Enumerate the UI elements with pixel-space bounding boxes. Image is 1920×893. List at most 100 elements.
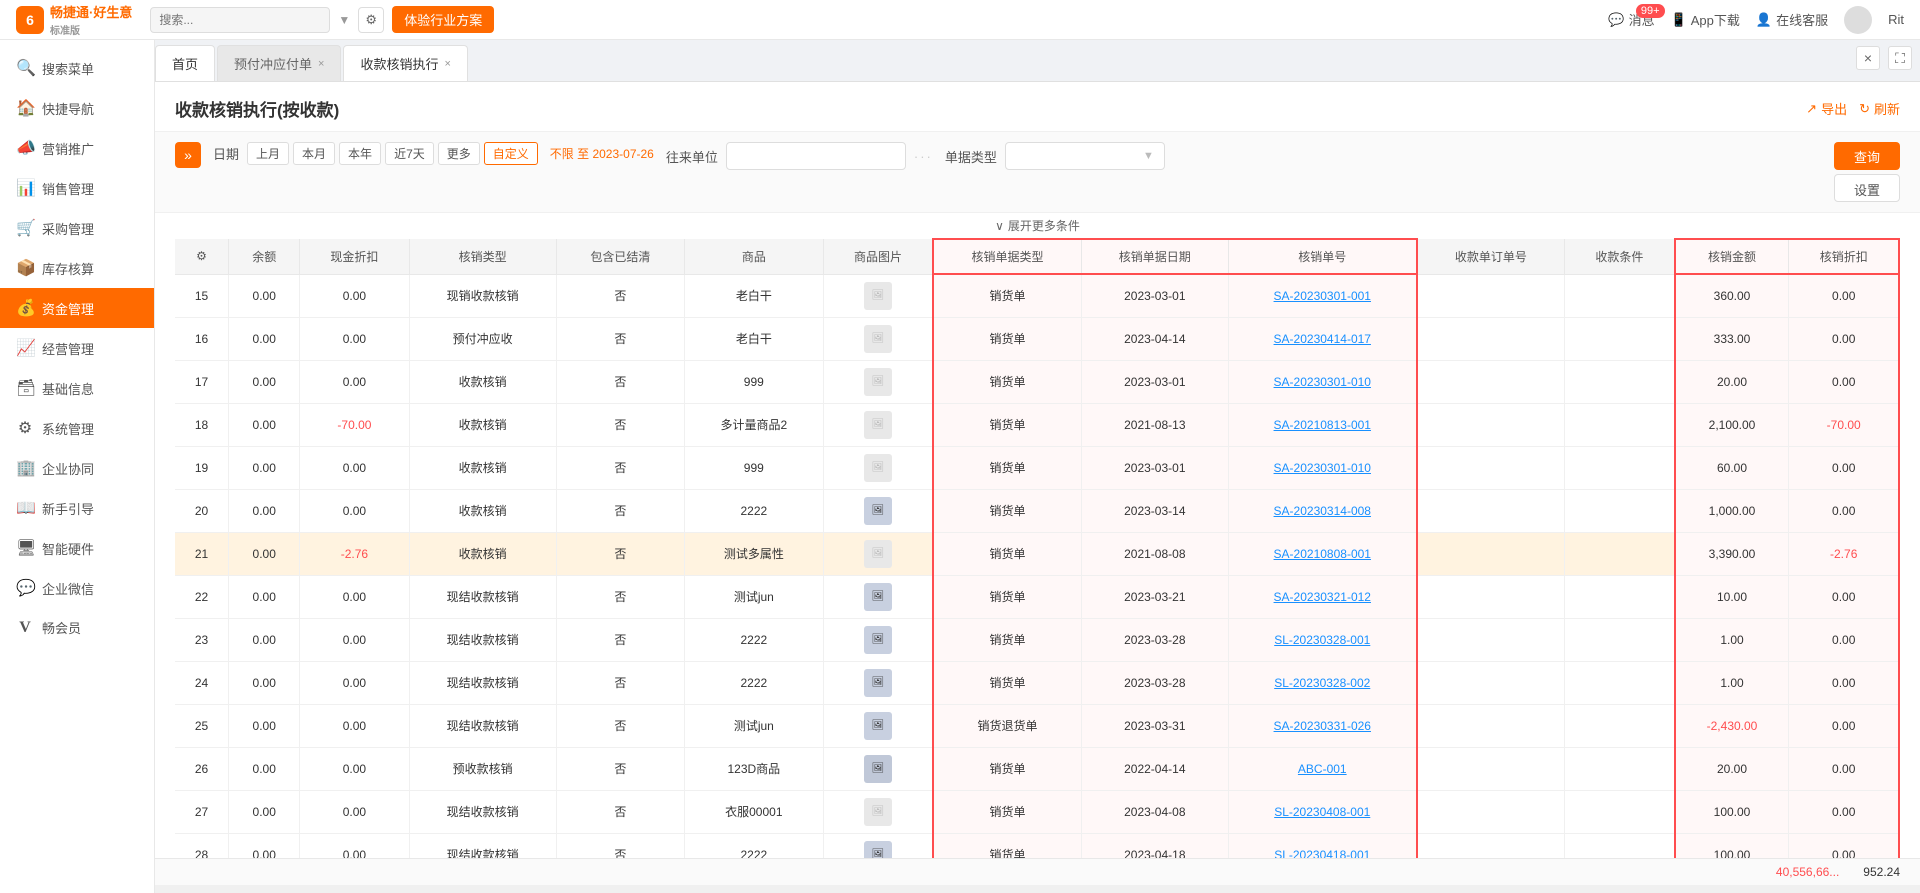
time-btn-this-year[interactable]: 本年 [339, 142, 381, 165]
td-cancel-bill-date: 2023-03-28 [1081, 618, 1228, 661]
td-include-settled: 否 [556, 360, 684, 403]
time-btn-7days[interactable]: 近7天 [385, 142, 434, 165]
td-cancel-bill-no[interactable]: SA-20210813-001 [1228, 403, 1416, 446]
search-input[interactable] [150, 7, 330, 33]
sidebar-item-member[interactable]: V 畅会员 [0, 608, 154, 647]
cancel-bill-no-link[interactable]: SA-20230314-008 [1274, 504, 1371, 518]
filter-toggle-btn[interactable]: » [175, 142, 201, 168]
export-btn[interactable]: ↗ 导出 [1806, 99, 1847, 118]
td-cancel-bill-no[interactable]: SL-20230418-001 [1228, 833, 1416, 858]
tab-close-all-btn[interactable]: × [1856, 46, 1880, 70]
sidebar-item-purchase[interactable]: 🛒 采购管理 [0, 208, 154, 248]
sidebar-item-wechat[interactable]: 💬 企业微信 [0, 568, 154, 608]
td-cancel-bill-no[interactable]: SL-20230328-001 [1228, 618, 1416, 661]
online-service-link[interactable]: 👤 在线客服 [1756, 10, 1828, 29]
td-balance: 0.00 [229, 532, 300, 575]
tab-receipt-cancel-label: 收款核销执行 [360, 54, 438, 73]
td-cancel-bill-type: 销货单 [933, 446, 1081, 489]
receipt-type-select[interactable]: ▼ [1005, 142, 1165, 170]
td-cancel-bill-no[interactable]: SL-20230408-001 [1228, 790, 1416, 833]
td-cancel-bill-no[interactable]: ABC-001 [1228, 747, 1416, 790]
td-cancel-bill-type: 销货单 [933, 317, 1081, 360]
sidebar-item-search[interactable]: 🔍 搜索菜单 [0, 48, 154, 88]
cancel-bill-no-link[interactable]: SA-20230321-012 [1274, 590, 1371, 604]
cancel-bill-no-link[interactable]: SA-20210808-001 [1274, 547, 1371, 561]
notification-area[interactable]: 💬 消息 99+ [1608, 10, 1654, 29]
td-cancel-bill-no[interactable]: SA-20230414-017 [1228, 317, 1416, 360]
app-icon: 📱 [1671, 12, 1687, 28]
cancel-bill-no-link[interactable]: SA-20210813-001 [1274, 418, 1371, 432]
td-cancel-bill-no[interactable]: SA-20230331-026 [1228, 704, 1416, 747]
cancel-bill-no-link[interactable]: SL-20230418-001 [1274, 848, 1370, 859]
sidebar-item-enterprise[interactable]: 🏢 企业协同 [0, 448, 154, 488]
sidebar-item-basic-info[interactable]: 🗃 基础信息 [0, 368, 154, 408]
td-include-settled: 否 [556, 274, 684, 317]
td-receipt-condition [1565, 446, 1675, 489]
sidebar-item-sales[interactable]: 📊 销售管理 [0, 168, 154, 208]
td-include-settled: 否 [556, 618, 684, 661]
td-cash-discount: 0.00 [300, 360, 409, 403]
cancel-bill-no-link[interactable]: SA-20230414-017 [1274, 332, 1371, 346]
time-btn-more[interactable]: 更多 [438, 142, 480, 165]
sidebar-item-operations[interactable]: 📈 经营管理 [0, 328, 154, 368]
query-btn[interactable]: 查询 [1834, 142, 1900, 170]
sidebar-item-marketing[interactable]: 📣 营销推广 [0, 128, 154, 168]
td-cancel-bill-no[interactable]: SA-20230301-001 [1228, 274, 1416, 317]
cancel-bill-no-link[interactable]: SA-20230301-010 [1274, 375, 1371, 389]
sidebar-item-quick-nav[interactable]: 🏠 快捷导航 [0, 88, 154, 128]
td-cancel-bill-no[interactable]: SA-20230301-010 [1228, 360, 1416, 403]
filter-settings-btn[interactable]: 设置 [1834, 174, 1900, 202]
td-cancel-bill-date: 2023-03-01 [1081, 446, 1228, 489]
td-cancel-bill-no[interactable]: SL-20230328-002 [1228, 661, 1416, 704]
tab-home[interactable]: 首页 [155, 45, 215, 81]
sidebar-item-label: 库存核算 [42, 259, 94, 278]
cancel-bill-no-link[interactable]: SL-20230408-001 [1274, 805, 1370, 819]
sidebar-item-label: 智能硬件 [42, 539, 94, 558]
settings-icon[interactable]: ⚙ [358, 7, 384, 33]
tab-receipt-cancel-close-icon[interactable]: × [444, 58, 450, 70]
scrollbar[interactable] [155, 885, 1920, 893]
tab-prepay-close-icon[interactable]: × [318, 58, 324, 70]
tab-prepay[interactable]: 预付冲应付单 × [217, 45, 341, 81]
td-cancel-bill-date: 2023-03-01 [1081, 360, 1228, 403]
column-settings-icon[interactable]: ⚙ [196, 249, 207, 263]
cancel-bill-no-link[interactable]: SA-20230331-026 [1274, 719, 1371, 733]
expand-conditions-btn[interactable]: ∨ 展开更多条件 [995, 217, 1080, 234]
table-wrapper[interactable]: ⚙ 余额 现金折扣 核销类型 包含已结清 商品 商品图片 核销单据类型 核销单据… [155, 238, 1920, 858]
sidebar-item-inventory[interactable]: 📦 库存核算 [0, 248, 154, 288]
tab-receipt-cancel[interactable]: 收款核销执行 × [343, 45, 467, 81]
td-cancel-bill-no[interactable]: SA-20210808-001 [1228, 532, 1416, 575]
goods-thumb: 🖼 [864, 712, 892, 740]
td-receipt-condition [1565, 704, 1675, 747]
time-btn-custom[interactable]: 自定义 [484, 142, 538, 165]
td-receipt-condition [1565, 403, 1675, 446]
td-cancel-bill-type: 销货单 [933, 274, 1081, 317]
td-receipt-order-no [1417, 704, 1565, 747]
td-receipt-order-no [1417, 790, 1565, 833]
dropdown-arrow-icon[interactable]: ▼ [338, 13, 350, 27]
cancel-bill-no-link[interactable]: SL-20230328-002 [1274, 676, 1370, 690]
app-download-link[interactable]: 📱 App下载 [1671, 10, 1740, 29]
sidebar-item-system[interactable]: ⚙ 系统管理 [0, 408, 154, 448]
td-cancel-bill-no[interactable]: SA-20230321-012 [1228, 575, 1416, 618]
tab-expand-btn[interactable]: ⛶ [1888, 46, 1912, 70]
partner-input-box[interactable] [726, 142, 906, 170]
cancel-bill-no-link[interactable]: SA-20230301-010 [1274, 461, 1371, 475]
user-avatar[interactable] [1844, 6, 1872, 34]
cancel-bill-no-link[interactable]: SL-20230328-001 [1274, 633, 1370, 647]
time-btn-this-month[interactable]: 本月 [293, 142, 335, 165]
td-cancel-bill-no[interactable]: SA-20230314-008 [1228, 489, 1416, 532]
th-gear[interactable]: ⚙ [175, 239, 229, 274]
td-goods: 老白干 [684, 317, 823, 360]
td-cancel-bill-no[interactable]: SA-20230301-010 [1228, 446, 1416, 489]
td-cancel-bill-type: 销货单 [933, 661, 1081, 704]
sidebar-item-hardware[interactable]: 🖥 智能硬件 [0, 528, 154, 568]
time-btn-last-month[interactable]: 上月 [247, 142, 289, 165]
cancel-bill-no-link[interactable]: SA-20230301-001 [1274, 289, 1371, 303]
sidebar-item-finance[interactable]: 💰 资金管理 [0, 288, 154, 328]
filter-dots[interactable]: ··· [914, 149, 933, 164]
cancel-bill-no-link[interactable]: ABC-001 [1298, 762, 1347, 776]
refresh-btn[interactable]: ↻ 刷新 [1859, 99, 1900, 118]
industry-btn[interactable]: 体验行业方案 [392, 6, 494, 33]
sidebar-item-guide[interactable]: 📖 新手引导 [0, 488, 154, 528]
